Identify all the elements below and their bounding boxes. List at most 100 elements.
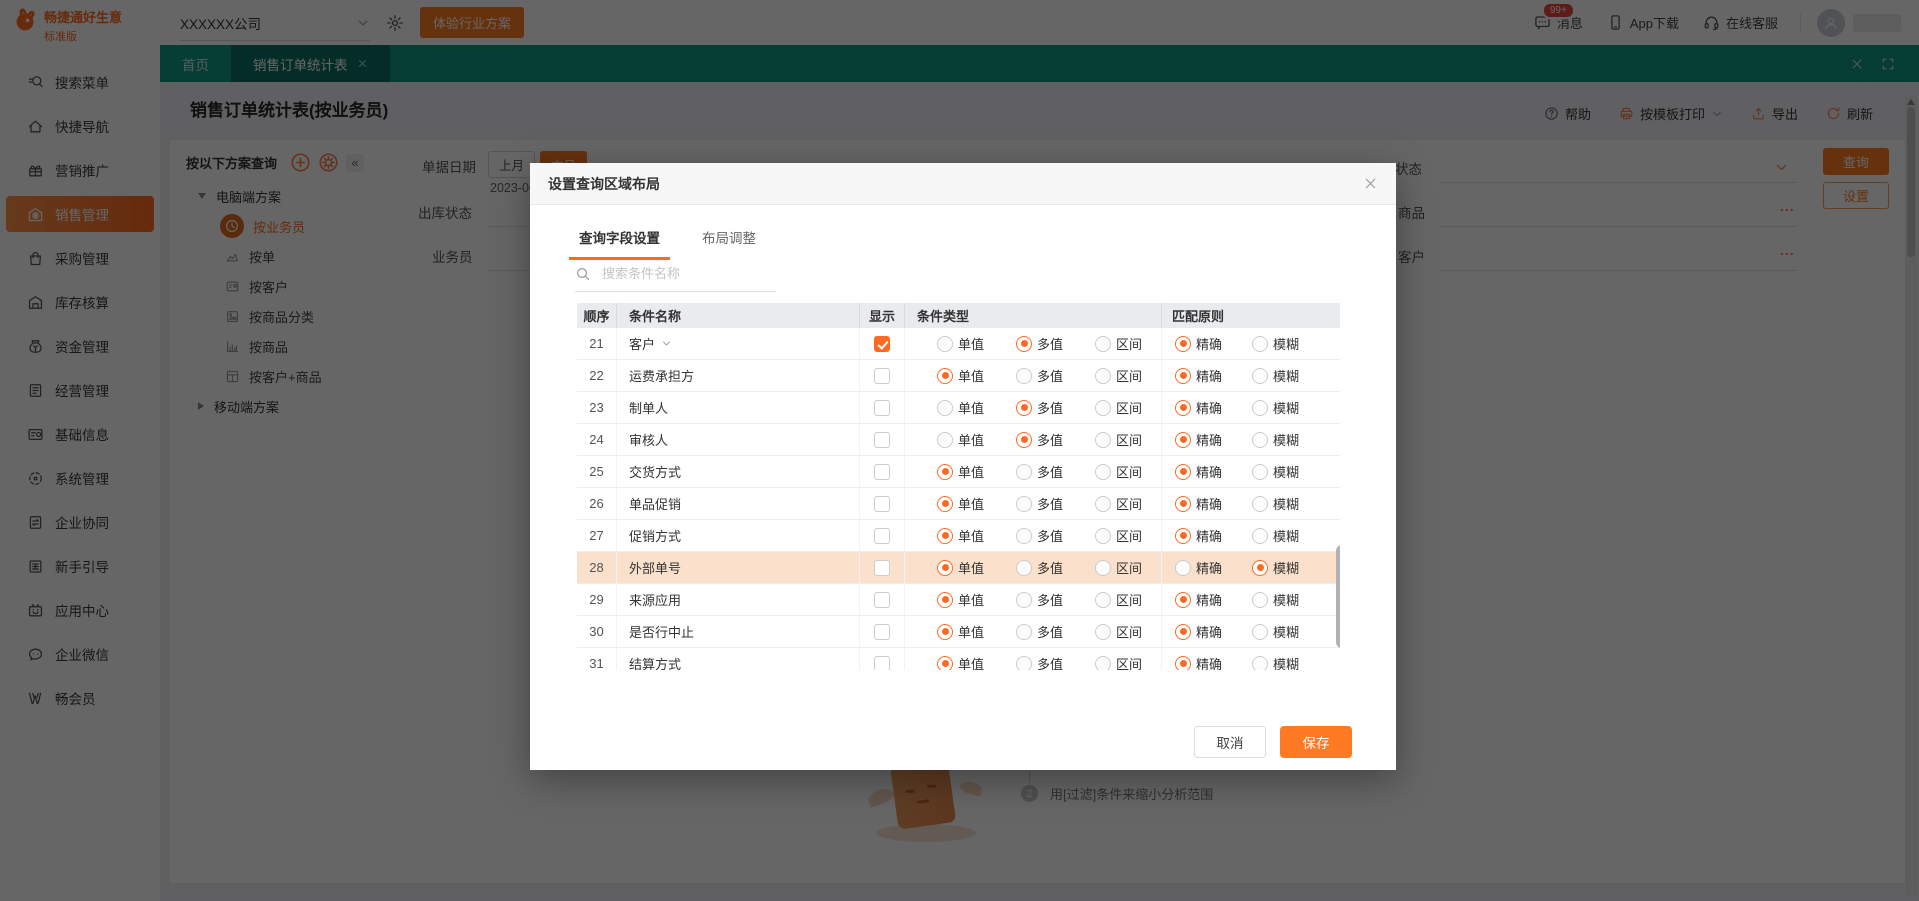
show-checkbox[interactable]	[874, 655, 890, 670]
show-checkbox[interactable]	[874, 335, 890, 352]
radio-option-24-多值[interactable]: 多值	[1016, 430, 1063, 449]
radio-option-24-单值[interactable]: 单值	[937, 430, 984, 449]
radio-option-30-区间[interactable]: 区间	[1095, 622, 1142, 641]
radio-icon[interactable]	[1175, 591, 1191, 608]
radio-option-25-多值[interactable]: 多值	[1016, 462, 1063, 481]
radio-icon[interactable]	[1252, 463, 1269, 480]
radio-option-29-模糊[interactable]: 模糊	[1252, 590, 1299, 609]
radio-option-27-模糊[interactable]: 模糊	[1252, 526, 1299, 545]
radio-option-30-单值[interactable]: 单值	[937, 622, 984, 641]
radio-option-24-模糊[interactable]: 模糊	[1252, 430, 1299, 449]
radio-option-28-精确[interactable]: 精确	[1175, 558, 1222, 577]
radio-option-27-精确[interactable]: 精确	[1175, 526, 1222, 545]
radio-icon[interactable]	[1252, 431, 1269, 448]
radio-icon[interactable]	[1095, 495, 1112, 512]
radio-icon[interactable]	[937, 527, 953, 544]
radio-icon[interactable]	[1095, 591, 1112, 608]
radio-icon[interactable]	[1016, 335, 1033, 352]
radio-option-26-模糊[interactable]: 模糊	[1252, 494, 1299, 513]
radio-icon[interactable]	[1252, 399, 1269, 416]
radio-icon[interactable]	[937, 335, 953, 352]
radio-icon[interactable]	[1016, 367, 1033, 384]
radio-icon[interactable]	[1095, 655, 1112, 670]
radio-icon[interactable]	[1095, 367, 1112, 384]
radio-icon[interactable]	[1252, 335, 1269, 352]
radio-option-31-精确[interactable]: 精确	[1175, 654, 1222, 670]
radio-option-21-精确[interactable]: 精确	[1175, 334, 1222, 353]
radio-option-21-区间[interactable]: 区间	[1095, 334, 1142, 353]
radio-option-26-多值[interactable]: 多值	[1016, 494, 1063, 513]
radio-option-31-模糊[interactable]: 模糊	[1252, 654, 1299, 670]
radio-icon[interactable]	[1252, 591, 1269, 608]
modal-close-icon[interactable]	[1363, 176, 1378, 191]
radio-icon[interactable]	[1252, 623, 1269, 640]
radio-icon[interactable]	[1252, 527, 1269, 544]
radio-option-23-精确[interactable]: 精确	[1175, 398, 1222, 417]
radio-option-24-区间[interactable]: 区间	[1095, 430, 1142, 449]
show-checkbox[interactable]	[874, 527, 890, 544]
radio-option-27-区间[interactable]: 区间	[1095, 526, 1142, 545]
radio-icon[interactable]	[1016, 495, 1033, 512]
radio-icon[interactable]	[1095, 431, 1112, 448]
radio-icon[interactable]	[1016, 463, 1033, 480]
radio-icon[interactable]	[1095, 623, 1112, 640]
radio-option-28-模糊[interactable]: 模糊	[1252, 558, 1299, 577]
search-conditions-input[interactable]	[600, 265, 764, 282]
radio-option-22-单值[interactable]: 单值	[937, 366, 984, 385]
radio-icon[interactable]	[1016, 399, 1033, 416]
radio-icon[interactable]	[937, 495, 953, 512]
radio-icon[interactable]	[1016, 527, 1033, 544]
radio-icon[interactable]	[1016, 431, 1033, 448]
show-checkbox[interactable]	[874, 591, 890, 608]
radio-option-25-单值[interactable]: 单值	[937, 462, 984, 481]
radio-icon[interactable]	[1095, 559, 1112, 576]
radio-option-22-精确[interactable]: 精确	[1175, 366, 1222, 385]
radio-icon[interactable]	[1175, 655, 1191, 670]
radio-icon[interactable]	[937, 463, 953, 480]
radio-icon[interactable]	[937, 591, 953, 608]
radio-option-21-多值[interactable]: 多值	[1016, 334, 1063, 353]
radio-icon[interactable]	[1175, 527, 1191, 544]
radio-option-26-精确[interactable]: 精确	[1175, 494, 1222, 513]
show-checkbox[interactable]	[874, 431, 890, 448]
radio-option-23-多值[interactable]: 多值	[1016, 398, 1063, 417]
radio-icon[interactable]	[1095, 527, 1112, 544]
radio-icon[interactable]	[937, 399, 953, 416]
radio-icon[interactable]	[1252, 559, 1269, 576]
radio-icon[interactable]	[1252, 367, 1269, 384]
radio-option-31-多值[interactable]: 多值	[1016, 654, 1063, 670]
radio-icon[interactable]	[1095, 335, 1112, 352]
radio-option-25-精确[interactable]: 精确	[1175, 462, 1222, 481]
radio-icon[interactable]	[937, 559, 953, 576]
radio-icon[interactable]	[1095, 399, 1112, 416]
radio-icon[interactable]	[1016, 655, 1033, 670]
cancel-button[interactable]: 取消	[1194, 726, 1266, 758]
radio-option-25-区间[interactable]: 区间	[1095, 462, 1142, 481]
radio-option-31-单值[interactable]: 单值	[937, 654, 984, 670]
radio-option-25-模糊[interactable]: 模糊	[1252, 462, 1299, 481]
radio-icon[interactable]	[937, 623, 953, 640]
radio-icon[interactable]	[937, 655, 953, 670]
radio-option-21-模糊[interactable]: 模糊	[1252, 334, 1299, 353]
radio-option-23-模糊[interactable]: 模糊	[1252, 398, 1299, 417]
radio-option-23-区间[interactable]: 区间	[1095, 398, 1142, 417]
radio-option-29-单值[interactable]: 单值	[937, 590, 984, 609]
show-checkbox[interactable]	[874, 367, 890, 384]
radio-icon[interactable]	[1175, 335, 1191, 352]
radio-option-30-模糊[interactable]: 模糊	[1252, 622, 1299, 641]
radio-option-26-单值[interactable]: 单值	[937, 494, 984, 513]
radio-icon[interactable]	[1175, 399, 1191, 416]
radio-option-30-多值[interactable]: 多值	[1016, 622, 1063, 641]
radio-option-26-区间[interactable]: 区间	[1095, 494, 1142, 513]
save-button[interactable]: 保存	[1280, 726, 1352, 758]
radio-option-28-单值[interactable]: 单值	[937, 558, 984, 577]
radio-icon[interactable]	[1252, 495, 1269, 512]
show-checkbox[interactable]	[874, 399, 890, 416]
radio-icon[interactable]	[1175, 623, 1191, 640]
radio-option-29-多值[interactable]: 多值	[1016, 590, 1063, 609]
radio-option-23-单值[interactable]: 单值	[937, 398, 984, 417]
radio-option-29-精确[interactable]: 精确	[1175, 590, 1222, 609]
radio-icon[interactable]	[937, 367, 953, 384]
radio-option-22-多值[interactable]: 多值	[1016, 366, 1063, 385]
radio-icon[interactable]	[937, 431, 953, 448]
